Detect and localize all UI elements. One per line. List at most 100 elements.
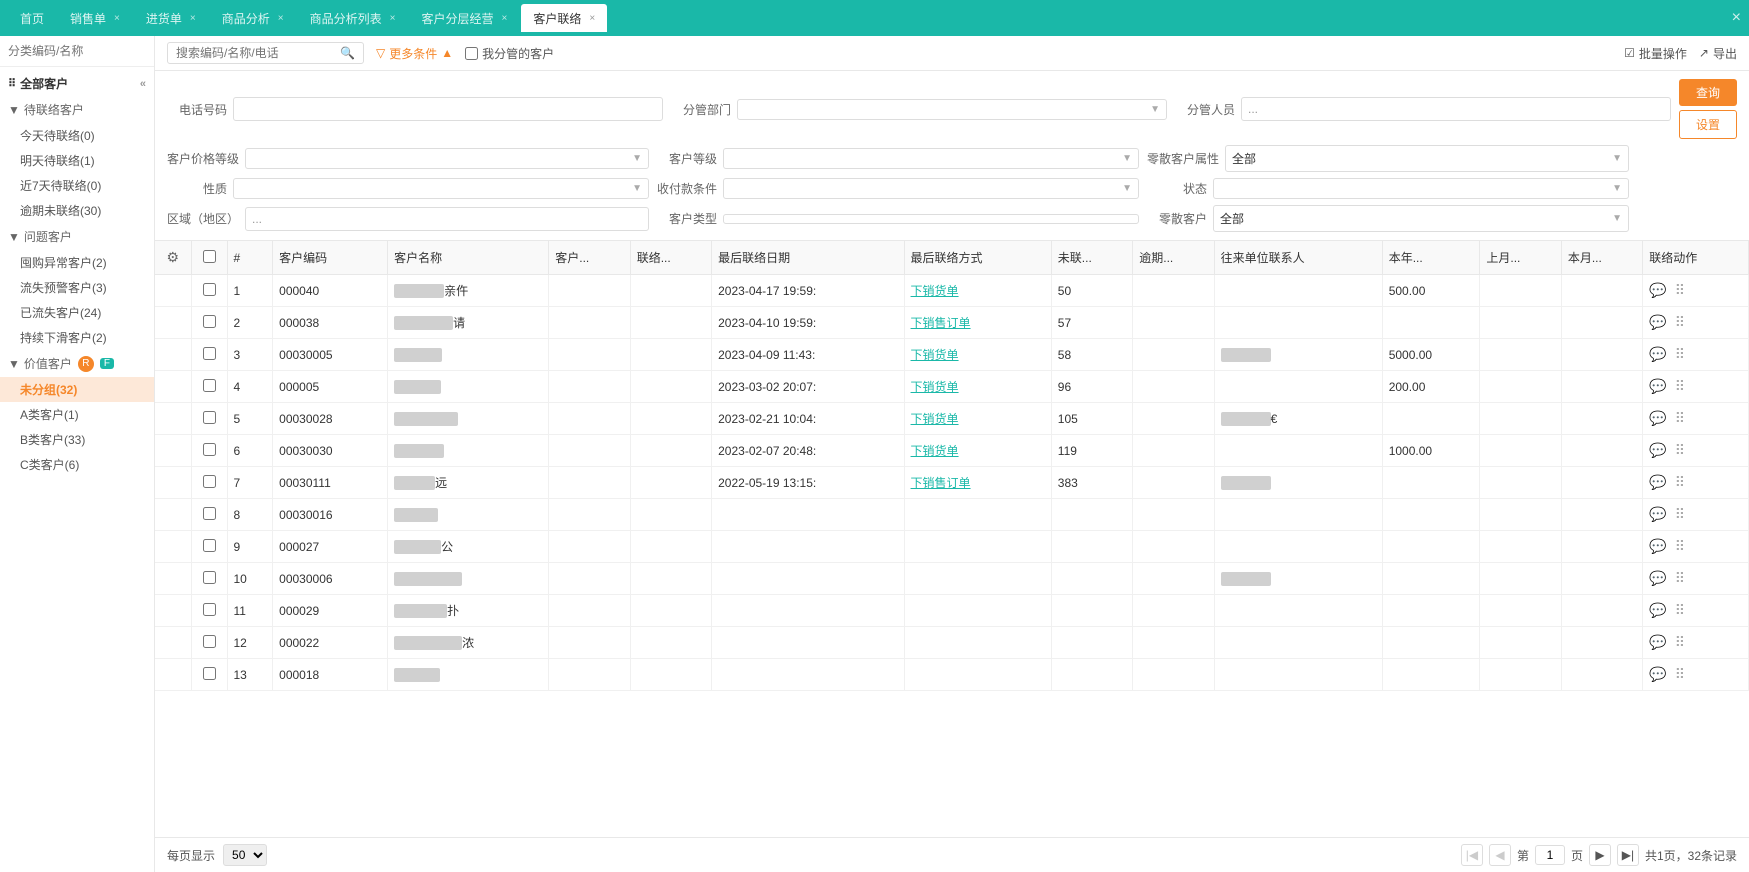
adv-customer-type-select[interactable] — [723, 214, 1139, 224]
row-checkbox-cell[interactable] — [191, 499, 227, 531]
adv-dept-select[interactable]: ▼ — [737, 99, 1167, 120]
search-input[interactable] — [176, 46, 336, 60]
contact-icon[interactable]: 💬 — [1649, 506, 1666, 523]
nav-tab-customer-layer[interactable]: 客户分层经营 × — [409, 4, 519, 32]
next-page-btn[interactable]: ▶ — [1589, 844, 1611, 866]
per-page-select[interactable]: 50 — [223, 844, 267, 866]
row-checkbox-cell[interactable] — [191, 403, 227, 435]
row-checkbox[interactable] — [203, 635, 216, 648]
contact-icon[interactable]: 💬 — [1649, 666, 1666, 683]
more-actions-icon[interactable]: ⠿ — [1675, 474, 1685, 491]
row-checkbox[interactable] — [203, 571, 216, 584]
adv-scatter-attr-select[interactable]: 全部 ▼ — [1225, 145, 1629, 172]
nav-tab-analysis[interactable]: 商品分析 × — [210, 4, 296, 32]
contact-icon[interactable]: 💬 — [1649, 538, 1666, 555]
row-last-contact-method[interactable]: 下销售订单 — [911, 316, 971, 330]
row-checkbox-cell[interactable] — [191, 531, 227, 563]
row-checkbox[interactable] — [203, 443, 216, 456]
row-last-contact-method[interactable]: 下销货单 — [911, 412, 959, 426]
nav-tab-analysis-list[interactable]: 商品分析列表 × — [298, 4, 408, 32]
more-actions-icon[interactable]: ⠿ — [1675, 410, 1685, 427]
adv-retail-select[interactable]: 全部 ▼ — [1213, 205, 1629, 232]
row-checkbox[interactable] — [203, 379, 216, 392]
window-close-icon[interactable]: × — [1732, 9, 1741, 27]
more-actions-icon[interactable]: ⠿ — [1675, 666, 1685, 683]
my-customers-checkbox-area[interactable]: 我分管的客户 — [465, 45, 554, 62]
row-checkbox[interactable] — [203, 411, 216, 424]
sidebar-item-today[interactable]: 今天待联络(0) — [0, 123, 154, 148]
all-customers-label[interactable]: 全部客户 — [20, 75, 68, 92]
more-actions-icon[interactable]: ⠿ — [1675, 506, 1685, 523]
adv-price-level-select[interactable]: ▼ — [245, 148, 649, 169]
adv-phone-input[interactable] — [233, 97, 663, 121]
row-last-contact-method[interactable]: 下销售订单 — [911, 476, 971, 490]
more-actions-icon[interactable]: ⠿ — [1675, 282, 1685, 299]
nav-tab-purchase-close[interactable]: × — [190, 13, 196, 24]
row-checkbox-cell[interactable] — [191, 467, 227, 499]
row-checkbox-cell[interactable] — [191, 627, 227, 659]
more-actions-icon[interactable]: ⠿ — [1675, 602, 1685, 619]
settings-icon[interactable]: ⚙ — [166, 249, 179, 265]
more-actions-icon[interactable]: ⠿ — [1675, 378, 1685, 395]
nav-tab-customer-contact[interactable]: 客户联络 × — [521, 4, 607, 32]
row-checkbox-cell[interactable] — [191, 371, 227, 403]
contact-icon[interactable]: 💬 — [1649, 378, 1666, 395]
more-conditions-btn[interactable]: ▽ 更多条件 ▲ — [376, 45, 453, 62]
row-checkbox-cell[interactable] — [191, 659, 227, 691]
contact-icon[interactable]: 💬 — [1649, 634, 1666, 651]
sidebar-item-abnormal[interactable]: 囤购异常客户(2) — [0, 250, 154, 275]
sidebar-item-churned[interactable]: 已流失客户(24) — [0, 300, 154, 325]
row-checkbox-cell[interactable] — [191, 595, 227, 627]
nav-tab-home[interactable]: 首页 — [8, 4, 56, 32]
first-page-btn[interactable]: |◀ — [1461, 844, 1483, 866]
more-actions-icon[interactable]: ⠿ — [1675, 538, 1685, 555]
prev-page-btn[interactable]: ◀ — [1489, 844, 1511, 866]
adv-customer-level-select[interactable]: ▼ — [723, 148, 1139, 169]
sidebar-item-a-class[interactable]: A类客户(1) — [0, 402, 154, 427]
row-checkbox[interactable] — [203, 667, 216, 680]
row-checkbox-cell[interactable] — [191, 275, 227, 307]
more-actions-icon[interactable]: ⠿ — [1675, 570, 1685, 587]
export-btn[interactable]: ↗ 导出 — [1699, 45, 1737, 62]
adv-payment-select[interactable]: ▼ — [723, 178, 1139, 199]
contact-icon[interactable]: 💬 — [1649, 346, 1666, 363]
sidebar-item-tomorrow[interactable]: 明天待联络(1) — [0, 148, 154, 173]
contact-icon[interactable]: 💬 — [1649, 442, 1666, 459]
more-actions-icon[interactable]: ⠿ — [1675, 346, 1685, 363]
row-checkbox[interactable] — [203, 315, 216, 328]
row-checkbox[interactable] — [203, 507, 216, 520]
more-actions-icon[interactable]: ⠿ — [1675, 314, 1685, 331]
nav-tab-customer-contact-close[interactable]: × — [589, 13, 595, 24]
sidebar-item-ungroup[interactable]: 未分组(32) — [0, 377, 154, 402]
row-checkbox[interactable] — [203, 475, 216, 488]
row-checkbox-cell[interactable] — [191, 339, 227, 371]
settings-col-header[interactable]: ⚙ — [155, 241, 191, 275]
page-input[interactable] — [1535, 845, 1565, 865]
adv-status-select[interactable]: ▼ — [1213, 178, 1629, 199]
select-all-checkbox[interactable] — [203, 250, 216, 263]
search-icon[interactable]: 🔍 — [340, 46, 355, 60]
reset-button[interactable]: 设置 — [1679, 110, 1737, 139]
nav-tab-purchase[interactable]: 进货单 × — [134, 4, 208, 32]
row-checkbox-cell[interactable] — [191, 307, 227, 339]
row-checkbox[interactable] — [203, 283, 216, 296]
row-last-contact-method[interactable]: 下销货单 — [911, 348, 959, 362]
row-checkbox[interactable] — [203, 347, 216, 360]
row-checkbox-cell[interactable] — [191, 563, 227, 595]
sidebar-section-problem[interactable]: ▼ 问题客户 — [0, 223, 154, 250]
sidebar-item-c-class[interactable]: C类客户(6) — [0, 452, 154, 477]
row-last-contact-method[interactable]: 下销货单 — [911, 380, 959, 394]
nav-tab-customer-layer-close[interactable]: × — [501, 13, 507, 24]
sidebar-collapse-btn[interactable]: « — [140, 78, 146, 90]
nav-tab-analysis-close[interactable]: × — [278, 13, 284, 24]
row-last-contact-method[interactable]: 下销货单 — [911, 284, 959, 298]
row-last-contact-method[interactable]: 下销货单 — [911, 444, 959, 458]
adv-region-select[interactable]: ... — [245, 207, 649, 231]
contact-icon[interactable]: 💬 — [1649, 570, 1666, 587]
contact-icon[interactable]: 💬 — [1649, 282, 1666, 299]
row-checkbox[interactable] — [203, 603, 216, 616]
sidebar-item-7days[interactable]: 近7天待联络(0) — [0, 173, 154, 198]
nav-tab-sales[interactable]: 销售单 × — [58, 4, 132, 32]
contact-icon[interactable]: 💬 — [1649, 410, 1666, 427]
contact-icon[interactable]: 💬 — [1649, 602, 1666, 619]
